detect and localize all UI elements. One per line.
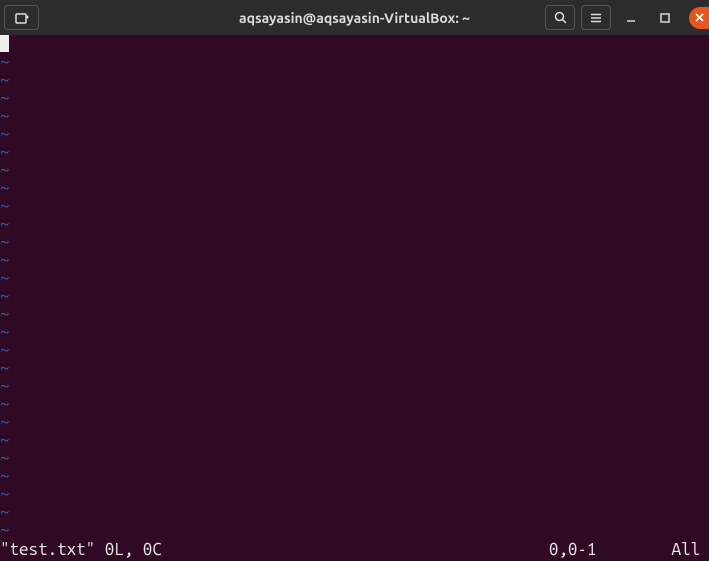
empty-line-tilde: ~ (0, 215, 709, 233)
empty-line-tilde: ~ (0, 395, 709, 413)
empty-line-tilde: ~ (0, 269, 709, 287)
close-button[interactable] (689, 7, 709, 29)
empty-line-tilde: ~ (0, 323, 709, 341)
minimize-icon (625, 12, 637, 24)
editor-line-current (0, 35, 709, 53)
empty-line-tilde: ~ (0, 521, 709, 539)
empty-line-tilde: ~ (0, 377, 709, 395)
terminal-viewport[interactable]: ~~~~~~~~~~~~~~~~~~~~~~~~~~~ "test.txt" 0… (0, 35, 709, 561)
empty-line-tilde: ~ (0, 251, 709, 269)
empty-line-tilde: ~ (0, 485, 709, 503)
empty-line-tilde: ~ (0, 305, 709, 323)
empty-line-tilde: ~ (0, 413, 709, 431)
empty-line-tilde: ~ (0, 287, 709, 305)
empty-line-tilde: ~ (0, 449, 709, 467)
empty-line-tilde: ~ (0, 359, 709, 377)
window-titlebar: aqsayasin@aqsayasin-VirtualBox: ~ (0, 0, 709, 35)
search-button[interactable] (545, 5, 575, 30)
text-cursor (0, 35, 9, 52)
close-icon (694, 12, 705, 23)
new-tab-icon (14, 10, 30, 26)
status-file-info: "test.txt" 0L, 0C (0, 541, 162, 559)
search-icon (553, 10, 568, 25)
menu-button[interactable] (581, 5, 611, 30)
new-tab-button[interactable] (4, 5, 39, 30)
vim-status-line: "test.txt" 0L, 0C 0,0-1 All (0, 541, 709, 561)
minimize-button[interactable] (617, 5, 645, 30)
empty-line-tilde: ~ (0, 467, 709, 485)
empty-line-tilde: ~ (0, 341, 709, 359)
empty-line-tilde: ~ (0, 125, 709, 143)
empty-line-tilde: ~ (0, 503, 709, 521)
empty-line-tilde: ~ (0, 143, 709, 161)
empty-line-tilde: ~ (0, 233, 709, 251)
empty-line-tilde: ~ (0, 53, 709, 71)
window-title: aqsayasin@aqsayasin-VirtualBox: ~ (239, 10, 470, 26)
empty-line-tilde: ~ (0, 71, 709, 89)
status-scroll-percent: All (671, 541, 708, 559)
hamburger-icon (589, 11, 603, 25)
empty-line-tilde: ~ (0, 431, 709, 449)
empty-line-tilde: ~ (0, 179, 709, 197)
empty-line-tilde: ~ (0, 89, 709, 107)
empty-line-tilde: ~ (0, 107, 709, 125)
status-cursor-position: 0,0-1 (549, 541, 672, 559)
maximize-button[interactable] (651, 5, 679, 30)
maximize-icon (659, 12, 671, 24)
empty-line-tilde: ~ (0, 197, 709, 215)
empty-line-tilde: ~ (0, 161, 709, 179)
